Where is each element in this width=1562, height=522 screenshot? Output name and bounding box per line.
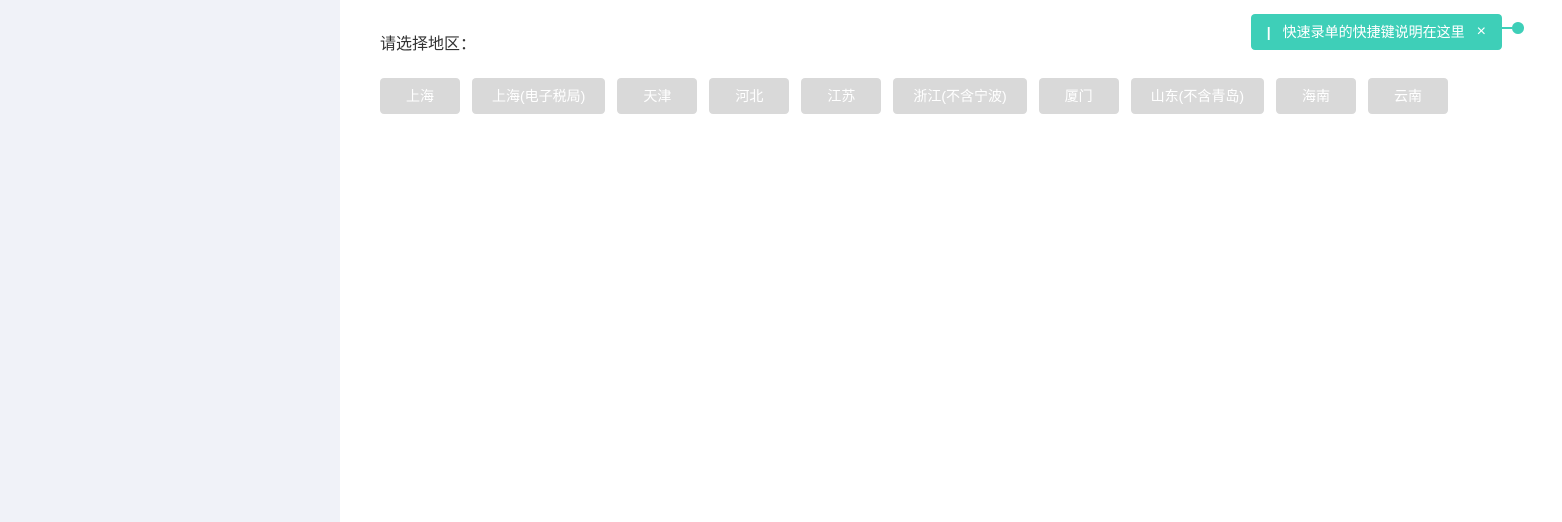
tooltip-close-button[interactable]: × bbox=[1477, 24, 1486, 40]
tooltip-banner: 快速录单的快捷键说明在这里 × bbox=[1251, 14, 1502, 50]
region-button-hainan[interactable]: 海南 bbox=[1276, 78, 1356, 114]
region-button-xiamen[interactable]: 厦门 bbox=[1039, 78, 1119, 114]
tooltip-line bbox=[1498, 27, 1512, 29]
tooltip-text: 快速录单的快捷键说明在这里 bbox=[1283, 22, 1465, 42]
region-button-tianjin[interactable]: 天津 bbox=[617, 78, 697, 114]
region-button-zhejiang[interactable]: 浙江(不含宁波) bbox=[893, 78, 1026, 114]
region-button-jiangsu[interactable]: 江苏 bbox=[801, 78, 881, 114]
tooltip-dot bbox=[1512, 22, 1524, 34]
main-content: 请选择地区： 上海上海(电子税局)天津河北江苏浙江(不含宁波)厦门山东(不含青岛… bbox=[340, 0, 1562, 522]
left-sidebar bbox=[0, 0, 340, 522]
region-button-hebei[interactable]: 河北 bbox=[709, 78, 789, 114]
region-buttons: 上海上海(电子税局) 天津河北江苏浙江(不含宁波) 厦门山东(不含青岛) 海南云南 bbox=[380, 78, 1522, 114]
region-button-yunnan[interactable]: 云南 bbox=[1368, 78, 1448, 114]
region-button-shandong[interactable]: 山东(不含青岛) bbox=[1131, 78, 1264, 114]
region-button-shanghai[interactable]: 上海 bbox=[380, 78, 460, 114]
region-button-shanghai-etax[interactable]: 上海(电子税局) bbox=[472, 78, 605, 114]
